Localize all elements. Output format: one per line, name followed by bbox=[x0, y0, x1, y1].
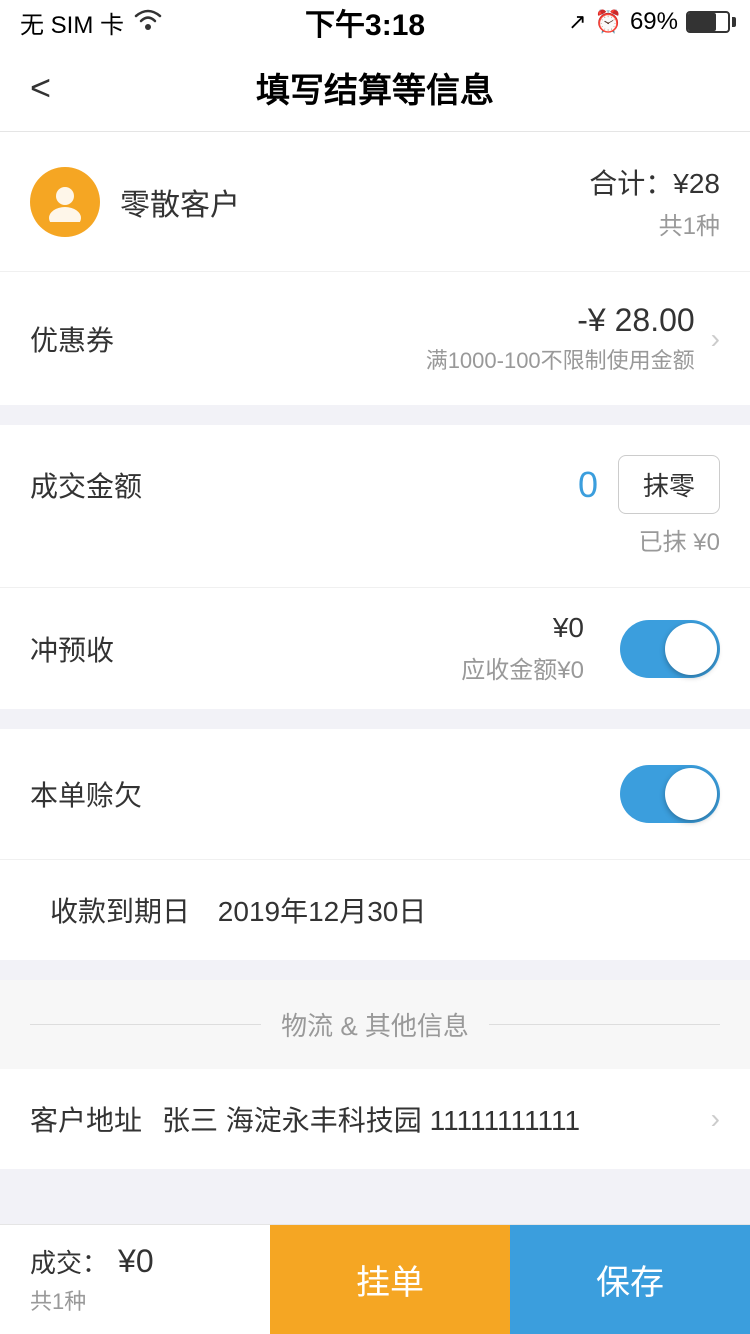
coupon-right: -¥ 28.00 满1000-100不限制使用金额 › bbox=[426, 302, 720, 375]
logistics-header: 物流 & 其他信息 bbox=[0, 980, 750, 1069]
precollect-amount: ¥0 bbox=[553, 612, 584, 644]
battery-percent: 69% bbox=[630, 8, 678, 36]
deal-amount-label: 成交金额 bbox=[30, 465, 142, 505]
precollect-info: ¥0 应收金额¥0 bbox=[461, 612, 584, 685]
deferred-row: 本单赊欠 bbox=[0, 729, 750, 859]
due-date-value: 2019年12月30日 bbox=[218, 896, 427, 927]
deal-amount-sub: 已抹 ¥0 bbox=[30, 522, 720, 557]
wifi-icon bbox=[134, 8, 162, 37]
coupon-label: 优惠券 bbox=[30, 319, 114, 359]
precollect-toggle[interactable] bbox=[620, 620, 720, 678]
page-title: 填写结算等信息 bbox=[256, 63, 494, 112]
precollect-sub: 应收金额¥0 bbox=[461, 650, 584, 685]
coupon-row[interactable]: 优惠券 -¥ 28.00 满1000-100不限制使用金额 › bbox=[0, 271, 750, 405]
customer-total: 合计：¥28 bbox=[589, 162, 720, 202]
deal-section: 成交金额 0 抹零 已抹 ¥0 冲预收 ¥0 应收金额¥0 bbox=[0, 425, 750, 709]
customer-avatar bbox=[30, 167, 100, 237]
customer-count: 共1种 bbox=[589, 206, 720, 241]
due-date-row: 收款到期日 2019年12月30日 bbox=[0, 859, 750, 960]
deferred-toggle-knob bbox=[665, 768, 717, 820]
nav-bar: < 填写结算等信息 bbox=[0, 44, 750, 132]
due-date-label: 收款到期日 bbox=[50, 896, 190, 927]
address-chevron: › bbox=[711, 1103, 720, 1135]
address-value: 张三 海淀永丰科技园 11111111111 bbox=[162, 1099, 691, 1139]
hang-button[interactable]: 挂单 bbox=[270, 1225, 510, 1334]
customer-left: 零散客户 bbox=[30, 167, 240, 237]
bottom-count: 共1种 bbox=[30, 1284, 240, 1316]
address-row[interactable]: 客户地址 张三 海淀永丰科技园 11111111111 › bbox=[0, 1069, 750, 1169]
precollect-right: ¥0 应收金额¥0 bbox=[461, 612, 720, 685]
round-button[interactable]: 抹零 bbox=[618, 455, 720, 514]
deferred-section: 本单赊欠 收款到期日 2019年12月30日 bbox=[0, 729, 750, 960]
carrier-text: 无 SIM 卡 bbox=[20, 5, 124, 40]
deferred-label: 本单赊欠 bbox=[30, 774, 142, 814]
status-right: ↗ ⏰ 69% bbox=[568, 8, 730, 36]
status-left: 无 SIM 卡 bbox=[20, 5, 162, 40]
status-time: 下午3:18 bbox=[305, 0, 425, 44]
save-button[interactable]: 保存 bbox=[510, 1225, 750, 1334]
content: 零散客户 合计：¥28 共1种 优惠券 -¥ 28.00 满1000-100不限… bbox=[0, 132, 750, 1309]
status-bar: 无 SIM 卡 下午3:18 ↗ ⏰ 69% bbox=[0, 0, 750, 44]
amount-input-area: 0 抹零 bbox=[538, 455, 720, 514]
coupon-chevron: › bbox=[711, 323, 720, 355]
bottom-deal-value: ¥0 bbox=[118, 1243, 154, 1280]
customer-section: 零散客户 合计：¥28 共1种 优惠券 -¥ 28.00 满1000-100不限… bbox=[0, 132, 750, 405]
toggle-knob bbox=[665, 623, 717, 675]
bottom-deal-label: 成交： bbox=[30, 1243, 108, 1280]
bottom-deal: 成交： ¥0 bbox=[30, 1243, 240, 1280]
amount-row-top: 成交金额 0 抹零 bbox=[30, 455, 720, 514]
deal-amount-value[interactable]: 0 bbox=[538, 464, 598, 506]
back-button[interactable]: < bbox=[30, 57, 71, 119]
address-label: 客户地址 bbox=[30, 1099, 142, 1139]
coupon-desc: 满1000-100不限制使用金额 bbox=[426, 343, 695, 375]
logistics-section: 物流 & 其他信息 客户地址 张三 海淀永丰科技园 11111111111 › bbox=[0, 980, 750, 1169]
precollect-row: 冲预收 ¥0 应收金额¥0 bbox=[0, 587, 750, 709]
alarm-icon: ⏰ bbox=[595, 9, 622, 35]
deferred-toggle[interactable] bbox=[620, 765, 720, 823]
precollect-label: 冲预收 bbox=[30, 629, 114, 669]
coupon-value: -¥ 28.00 满1000-100不限制使用金额 bbox=[426, 302, 695, 375]
coupon-amount: -¥ 28.00 bbox=[426, 302, 695, 339]
bottom-bar: 成交： ¥0 共1种 挂单 保存 bbox=[0, 1224, 750, 1334]
customer-name: 零散客户 bbox=[120, 180, 240, 224]
location-icon: ↗ bbox=[568, 9, 586, 35]
customer-row: 零散客户 合计：¥28 共1种 bbox=[0, 132, 750, 271]
logistics-label: 物流 & 其他信息 bbox=[281, 1006, 469, 1043]
deal-amount-row: 成交金额 0 抹零 已抹 ¥0 bbox=[0, 425, 750, 587]
customer-right: 合计：¥28 共1种 bbox=[589, 162, 720, 241]
bottom-info: 成交： ¥0 共1种 bbox=[0, 1243, 270, 1316]
battery-icon bbox=[686, 11, 730, 33]
